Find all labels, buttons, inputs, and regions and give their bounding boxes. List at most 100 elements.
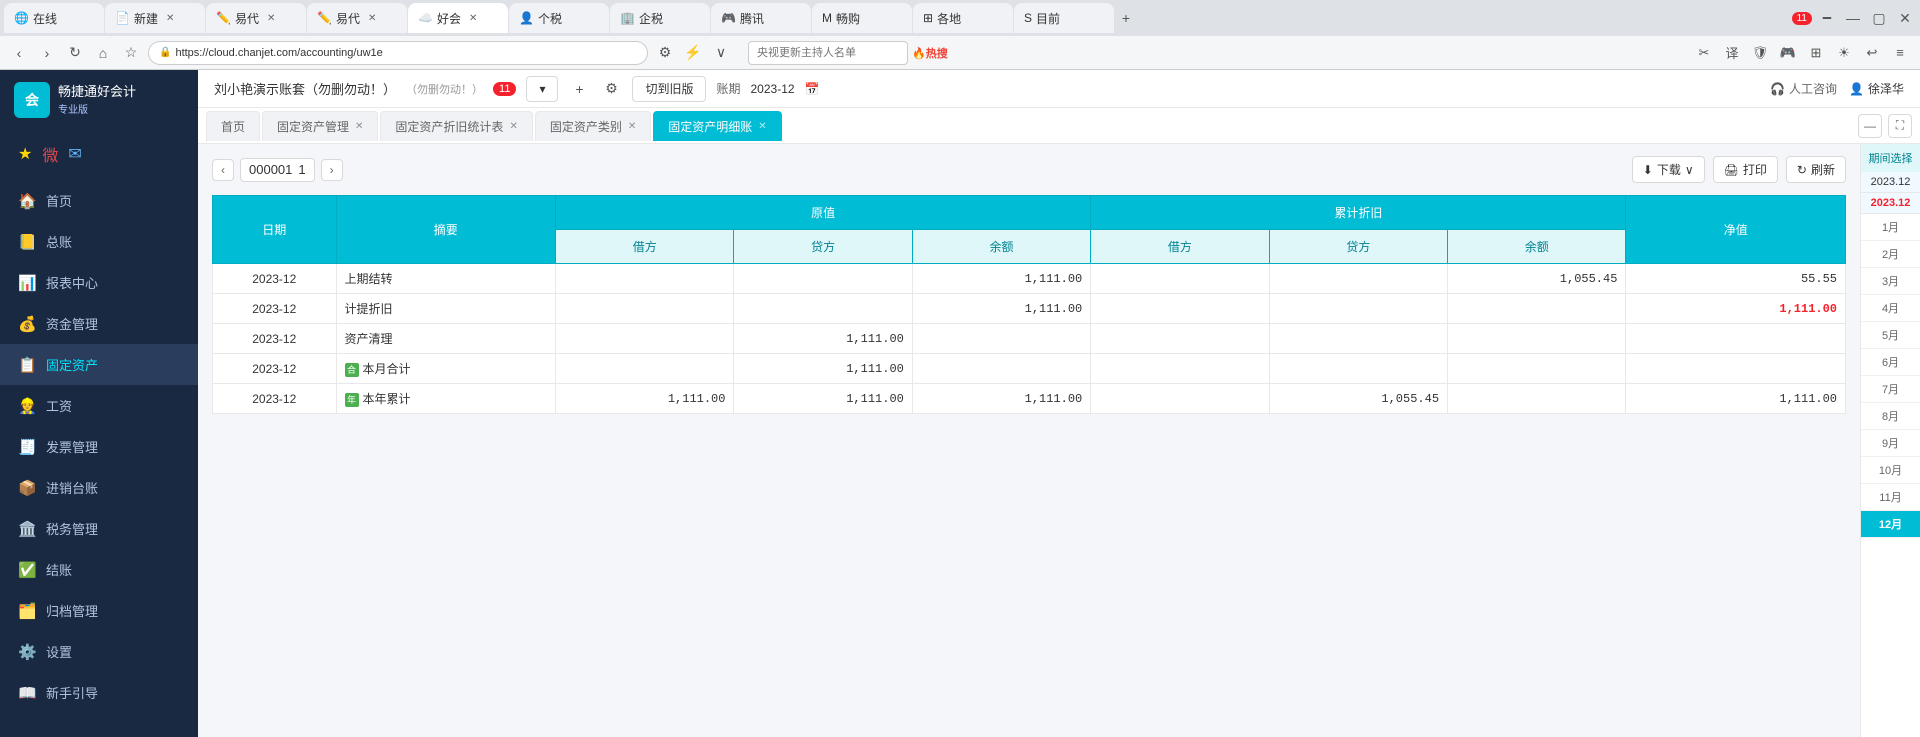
app-tab-bar: 首页 固定资产管理 ✕ 固定资产折旧统计表 ✕ 固定资产类别 ✕ 固定资产明细账… [198,108,1920,144]
home-button[interactable]: ⌂ [92,42,114,64]
sidebar-item-guide[interactable]: 📖 新手引导 [0,672,198,713]
tab-close-4[interactable]: ✕ [368,13,376,24]
expand-window-button[interactable]: ⛶ [1888,114,1912,138]
tab-favicon-2: 📄 [115,11,130,25]
sidebar-item-invoices[interactable]: 🧾 发票管理 [0,426,198,467]
add-account-button[interactable]: + [568,78,590,100]
browser-tab-geshui[interactable]: 👤 个税 [509,3,609,33]
sidebar-item-fixed-assets[interactable]: 📋 固定资产 [0,344,198,385]
tab-close-5[interactable]: ✕ [469,13,477,24]
sun-tool[interactable]: ☀ [1832,41,1856,65]
yearly-tag: 年 [345,393,359,407]
sidebar-item-archive[interactable]: 🗂️ 归档管理 [0,590,198,631]
sidebar-item-ledger[interactable]: 📒 总账 [0,221,198,262]
period-calendar-icon[interactable]: 📅 [805,82,820,96]
new-tab-button[interactable]: + [1115,7,1137,29]
dropdown-button[interactable]: ∨ [710,42,732,64]
forward-button[interactable]: › [36,42,58,64]
download-button[interactable]: ⬇ 下载 ∨ [1632,156,1705,183]
sidebar-item-home[interactable]: 🏠 首页 [0,180,198,221]
app-tab-depreciation-stats[interactable]: 固定资产折旧统计表 ✕ [380,111,532,141]
app-tab-close-3[interactable]: ✕ [628,121,636,132]
app-tab-asset-detail[interactable]: 固定资产明细账 ✕ [653,111,781,141]
tab-favicon-11: S [1024,11,1032,25]
minimize-button[interactable]: — [1842,7,1864,29]
restore-button[interactable]: 🗕 [1816,7,1838,29]
prev-page-button[interactable]: ‹ [212,159,234,181]
period-month-7[interactable]: 7月 [1861,376,1920,403]
browser-tab-chang[interactable]: M 畅购 [812,3,912,33]
browser-search-input[interactable] [748,41,908,65]
mail-icon[interactable]: ✉ [68,144,81,164]
browser-tab-new[interactable]: 📄 新建 ✕ [105,3,205,33]
app-tab-fixed-assets-mgmt[interactable]: 固定资产管理 ✕ [262,111,378,141]
service-label: 人工咨询 [1789,80,1837,97]
address-bar[interactable]: 🔒 https://cloud.chanjet.com/accounting/u… [148,41,648,65]
refresh-button[interactable]: ↻ 刷新 [1786,156,1846,183]
browser-tab-yidai1[interactable]: ✏️ 易代 ✕ [206,3,306,33]
browser-tab-muqian[interactable]: S 目前 [1014,3,1114,33]
period-month-9[interactable]: 9月 [1861,430,1920,457]
browser-tab-gedi[interactable]: ⊞ 各地 [913,3,1013,33]
maximize-button[interactable]: ▢ [1868,7,1890,29]
browser-tab-online[interactable]: 🌐 在线 [4,3,104,33]
period-month-8[interactable]: 8月 [1861,403,1920,430]
game-tool[interactable]: 🎮 [1776,41,1800,65]
app-tab-home[interactable]: 首页 [206,111,260,141]
weibo-icon[interactable]: 微 [42,142,58,166]
back-button[interactable]: ‹ [8,42,30,64]
period-month-2[interactable]: 2月 [1861,241,1920,268]
row4-orig-credit: 1,111.00 [734,354,912,384]
close-browser-button[interactable]: ✕ [1894,7,1916,29]
service-button[interactable]: 🎧 人工咨询 [1770,80,1837,97]
reload-button[interactable]: ↻ [64,42,86,64]
browser-tab-haokuai[interactable]: ☁️ 好会 ✕ [408,3,508,33]
period-month-6[interactable]: 6月 [1861,349,1920,376]
sidebar-item-funds[interactable]: 💰 资金管理 [0,303,198,344]
next-page-button[interactable]: › [321,159,343,181]
settings-button[interactable]: ⚙ [600,78,622,100]
shield-tool[interactable]: 🛡 [1748,41,1772,65]
period-month-12[interactable]: 12月 [1861,511,1920,538]
period-month-10[interactable]: 10月 [1861,457,1920,484]
tab-close-3[interactable]: ✕ [267,13,275,24]
tab-close-2[interactable]: ✕ [166,13,174,24]
payroll-icon: 👷 [18,397,36,415]
row3-net-value [1626,324,1846,354]
undo-tool[interactable]: ↩ [1860,41,1884,65]
sidebar-item-tax[interactable]: 🏛️ 税务管理 [0,508,198,549]
app-tab-close-4[interactable]: ✕ [758,121,766,132]
sidebar-item-settings[interactable]: ⚙️ 设置 [0,631,198,672]
app-tab-close-2[interactable]: ✕ [509,121,517,132]
secure-icon: 🔒 [159,47,171,58]
th-original-value: 原值 [556,196,1091,230]
extension-button[interactable]: ⚙ [654,42,676,64]
menu-tool[interactable]: ≡ [1888,41,1912,65]
user-info[interactable]: 👤 徐泽华 [1849,80,1904,97]
browser-tab-tengxun[interactable]: 🎮 腾讯 [711,3,811,33]
collapse-button[interactable]: — [1858,114,1882,138]
app-tab-asset-category[interactable]: 固定资产类别 ✕ [535,111,651,141]
expand-button[interactable]: ▾ [526,76,558,102]
sidebar-item-payroll[interactable]: 👷 工资 [0,385,198,426]
switch-version-button[interactable]: 切到旧版 [632,76,706,102]
period-month-11[interactable]: 11月 [1861,484,1920,511]
translate-tool[interactable]: 译 [1720,41,1744,65]
app-tab-close-1[interactable]: ✕ [355,121,363,132]
sidebar-item-closing[interactable]: ✅ 结账 [0,549,198,590]
period-month-4[interactable]: 4月 [1861,295,1920,322]
grid-tool[interactable]: ⊞ [1804,41,1828,65]
lightning-button[interactable]: ⚡ [682,42,704,64]
sidebar-item-inventory[interactable]: 📦 进销台账 [0,467,198,508]
period-month-3[interactable]: 3月 [1861,268,1920,295]
sidebar-item-reports[interactable]: 📊 报表中心 [0,262,198,303]
star-icon[interactable]: ★ [18,144,32,164]
period-month-5[interactable]: 5月 [1861,322,1920,349]
bookmark-button[interactable]: ☆ [120,42,142,64]
browser-tab-qishui[interactable]: 🏢 企税 [610,3,710,33]
cut-tool[interactable]: ✂ [1692,41,1716,65]
print-button[interactable]: 🖨 打印 [1713,156,1778,183]
period-month-1[interactable]: 1月 [1861,214,1920,241]
refresh-icon: ↻ [1797,163,1807,177]
browser-tab-yidai2[interactable]: ✏️ 易代 ✕ [307,3,407,33]
